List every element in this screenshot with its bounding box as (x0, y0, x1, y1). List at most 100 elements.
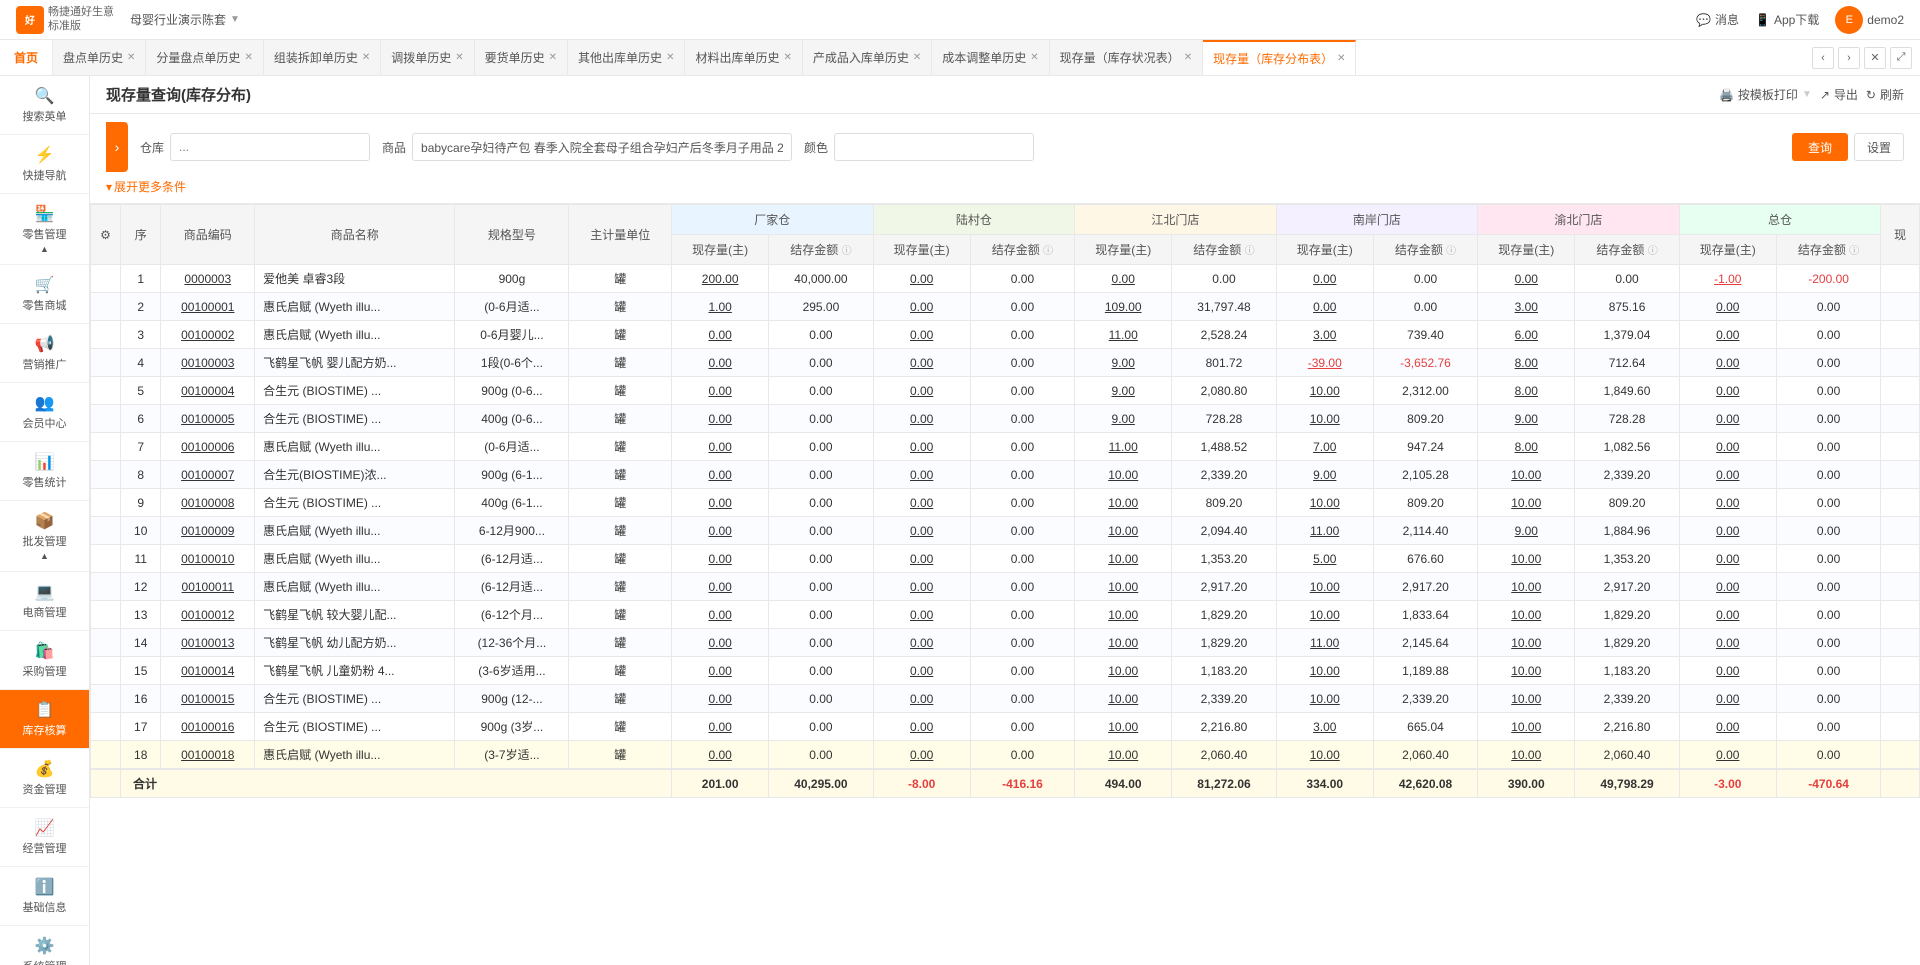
col-code-cell[interactable]: 00100003 (161, 349, 255, 377)
col-yb-qty-cell[interactable]: 10.00 (1478, 713, 1575, 741)
refresh-btn[interactable]: ↻ 刷新 (1866, 86, 1904, 103)
col-jb-qty-cell[interactable]: 10.00 (1075, 545, 1172, 573)
expand-conditions-btn[interactable]: ▾ 展开更多条件 (106, 178, 1904, 195)
tab-item-10[interactable]: 现存量（库存状况表）✕ (1050, 40, 1203, 75)
tab-close-icon[interactable]: ✕ (783, 52, 791, 63)
sidebar-item-9[interactable]: 🛍️ 采购管理 (0, 631, 89, 690)
tab-prev-btn[interactable]: ‹ (1812, 47, 1834, 69)
col-na-qty-cell[interactable]: -39.00 (1276, 349, 1373, 377)
col-lu-qty-cell[interactable]: 0.00 (873, 349, 970, 377)
col-yb-qty-cell[interactable]: 10.00 (1478, 461, 1575, 489)
col-jb-qty-cell[interactable]: 10.00 (1075, 685, 1172, 713)
col-jb-qty-cell[interactable]: 0.00 (1075, 265, 1172, 293)
col-na-qty-cell[interactable]: 0.00 (1276, 265, 1373, 293)
col-yb-qty-cell[interactable]: 10.00 (1478, 489, 1575, 517)
app-download-btn[interactable]: 📱 App下载 (1755, 11, 1819, 28)
warehouse-input[interactable] (170, 133, 370, 161)
col-total-qty-cell[interactable]: 0.00 (1679, 741, 1776, 770)
col-lu-qty-cell[interactable]: 0.00 (873, 517, 970, 545)
col-jb-qty-cell[interactable]: 9.00 (1075, 349, 1172, 377)
col-yb-qty-cell[interactable]: 10.00 (1478, 685, 1575, 713)
tab-item-7[interactable]: 材料出库单历史✕ (685, 40, 802, 75)
product-input[interactable] (412, 133, 792, 161)
col-total-qty-cell[interactable]: 0.00 (1679, 629, 1776, 657)
col-total-qty-cell[interactable]: 0.00 (1679, 573, 1776, 601)
col-fac-qty-cell[interactable]: 0.00 (672, 713, 769, 741)
col-fac-qty-cell[interactable]: 0.00 (672, 517, 769, 545)
col-yb-qty-cell[interactable]: 9.00 (1478, 517, 1575, 545)
col-total-qty-cell[interactable]: 0.00 (1679, 517, 1776, 545)
col-fac-qty-cell[interactable]: 0.00 (672, 573, 769, 601)
col-code-cell[interactable]: 00100007 (161, 461, 255, 489)
col-total-qty-cell[interactable]: 0.00 (1679, 377, 1776, 405)
col-yb-qty-cell[interactable]: 8.00 (1478, 377, 1575, 405)
col-jb-qty-cell[interactable]: 109.00 (1075, 293, 1172, 321)
color-input[interactable] (834, 133, 1034, 161)
col-code-cell[interactable]: 00100013 (161, 629, 255, 657)
tab-item-4[interactable]: 调拨单历史✕ (381, 40, 474, 75)
col-lu-qty-cell[interactable]: 0.00 (873, 685, 970, 713)
col-code-cell[interactable]: 00100001 (161, 293, 255, 321)
col-fac-qty-cell[interactable]: 0.00 (672, 629, 769, 657)
col-fac-qty-cell[interactable]: 0.00 (672, 377, 769, 405)
col-total-qty-cell[interactable]: 0.00 (1679, 489, 1776, 517)
col-code-cell[interactable]: 00100011 (161, 573, 255, 601)
col-jb-qty-cell[interactable]: 10.00 (1075, 741, 1172, 770)
col-na-qty-cell[interactable]: 10.00 (1276, 405, 1373, 433)
sidebar-item-2[interactable]: 🏪 零售管理▲ (0, 194, 89, 265)
tab-close-icon[interactable]: ✕ (244, 52, 252, 63)
sidebar-item-11[interactable]: 💰 资金管理 (0, 749, 89, 808)
col-jb-qty-cell[interactable]: 10.00 (1075, 461, 1172, 489)
col-lu-qty-cell[interactable]: 0.00 (873, 321, 970, 349)
col-yb-qty-cell[interactable]: 8.00 (1478, 349, 1575, 377)
tab-expand-btn[interactable]: ⤢ (1890, 47, 1912, 69)
col-fac-qty-cell[interactable]: 0.00 (672, 321, 769, 349)
col-na-qty-cell[interactable]: 7.00 (1276, 433, 1373, 461)
col-jb-qty-cell[interactable]: 9.00 (1075, 377, 1172, 405)
col-yb-qty-cell[interactable]: 10.00 (1478, 545, 1575, 573)
tab-close-icon[interactable]: ✕ (1030, 52, 1038, 63)
col-lu-qty-cell[interactable]: 0.00 (873, 545, 970, 573)
query-btn[interactable]: 查询 (1792, 133, 1848, 161)
col-total-qty-cell[interactable]: 0.00 (1679, 349, 1776, 377)
col-fac-qty-cell[interactable]: 0.00 (672, 657, 769, 685)
message-btn[interactable]: 💬 消息 (1696, 11, 1739, 28)
col-code-cell[interactable]: 00100009 (161, 517, 255, 545)
col-jb-qty-cell[interactable]: 11.00 (1075, 321, 1172, 349)
sidebar-item-6[interactable]: 📊 零售统计 (0, 442, 89, 501)
filter-toggle-btn[interactable]: › (106, 122, 128, 172)
col-code-cell[interactable]: 00100012 (161, 601, 255, 629)
col-code-cell[interactable]: 00100006 (161, 433, 255, 461)
export-btn[interactable]: ↗ 导出 (1820, 86, 1858, 103)
col-fac-qty-cell[interactable]: 0.00 (672, 489, 769, 517)
col-yb-qty-cell[interactable]: 8.00 (1478, 433, 1575, 461)
tab-next-btn[interactable]: › (1838, 47, 1860, 69)
sidebar-item-14[interactable]: ⚙️ 系统管理 (0, 926, 89, 965)
col-total-qty-cell[interactable]: 0.00 (1679, 405, 1776, 433)
industry-selector[interactable]: 母婴行业演示陈套 ▼ (130, 11, 240, 28)
col-fac-qty-cell[interactable]: 0.00 (672, 349, 769, 377)
sidebar-item-4[interactable]: 📢 营销推广 (0, 324, 89, 383)
sidebar-item-10[interactable]: 📋 库存核算 (0, 690, 89, 749)
col-jb-qty-cell[interactable]: 10.00 (1075, 657, 1172, 685)
col-total-qty-cell[interactable]: -1.00 (1679, 265, 1776, 293)
col-na-qty-cell[interactable]: 10.00 (1276, 685, 1373, 713)
tab-item-8[interactable]: 产成品入库单历史✕ (803, 40, 932, 75)
col-na-qty-cell[interactable]: 10.00 (1276, 601, 1373, 629)
col-na-qty-cell[interactable]: 9.00 (1276, 461, 1373, 489)
col-yb-qty-cell[interactable]: 10.00 (1478, 573, 1575, 601)
print-btn[interactable]: 🖨️ 按模板打印 ▼ (1719, 86, 1812, 103)
sidebar-item-8[interactable]: 💻 电商管理 (0, 572, 89, 631)
col-na-qty-cell[interactable]: 3.00 (1276, 321, 1373, 349)
col-code-cell[interactable]: 00100010 (161, 545, 255, 573)
tab-item-1[interactable]: 盘点单历史✕ (53, 40, 146, 75)
col-code-cell[interactable]: 00100014 (161, 657, 255, 685)
sidebar-item-3[interactable]: 🛒 零售商城 (0, 265, 89, 324)
sidebar-item-1[interactable]: ⚡ 快捷导航 (0, 135, 89, 194)
user-info[interactable]: E demo2 (1835, 6, 1904, 34)
col-yb-qty-cell[interactable]: 10.00 (1478, 741, 1575, 770)
col-total-qty-cell[interactable]: 0.00 (1679, 433, 1776, 461)
col-code-cell[interactable]: 00100016 (161, 713, 255, 741)
col-fac-qty-cell[interactable]: 0.00 (672, 545, 769, 573)
tab-close-icon[interactable]: ✕ (1184, 52, 1192, 63)
